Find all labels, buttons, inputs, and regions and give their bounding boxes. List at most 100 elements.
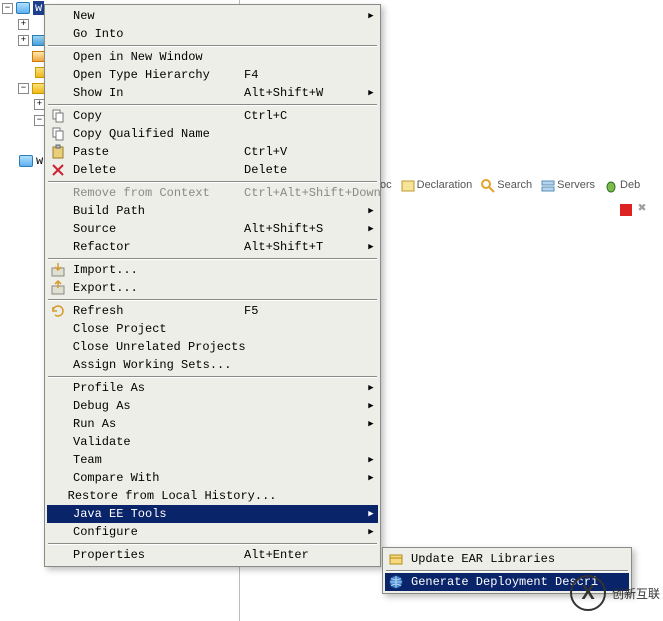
menu-item-import[interactable]: Import... [47, 261, 378, 279]
menu-item-close-project[interactable]: Close Project [47, 320, 378, 338]
menu-item-refresh[interactable]: Refresh F5 [47, 302, 378, 320]
export-icon [47, 280, 69, 296]
tab-javadoc[interactable]: oc [380, 178, 392, 192]
menu-item-restore-history[interactable]: Restore from Local History... [47, 487, 378, 505]
project-icon [15, 0, 31, 16]
menu-label: Delete [69, 163, 244, 177]
menu-accel: Ctrl+V [244, 145, 364, 159]
terminate-icon[interactable] [620, 204, 632, 216]
menu-label: Java EE Tools [69, 507, 244, 521]
menu-item-go-into[interactable]: Go Into [47, 25, 378, 43]
refresh-icon [47, 303, 69, 319]
menu-item-debug-as[interactable]: Debug As ▶ [47, 397, 378, 415]
bug-icon [603, 178, 617, 192]
tab-label: Servers [557, 179, 595, 191]
menu-separator [48, 258, 377, 259]
menu-item-refactor[interactable]: Refactor Alt+Shift+T ▶ [47, 238, 378, 256]
collapse-icon[interactable]: − [18, 83, 29, 94]
menu-item-source[interactable]: Source Alt+Shift+S ▶ [47, 220, 378, 238]
menu-label: Copy [69, 109, 244, 123]
watermark-logo-icon: X [570, 575, 606, 611]
expand-icon[interactable]: + [18, 35, 29, 46]
menu-accel: Delete [244, 163, 364, 177]
submenu-arrow-icon: ▶ [364, 527, 378, 537]
paste-icon [47, 144, 69, 160]
menu-accel: Alt+Shift+W [244, 86, 364, 100]
view-tabs: oc Declaration Search Servers Deb [380, 178, 640, 192]
menu-item-copy-qualified-name[interactable]: Copy Qualified Name [47, 125, 378, 143]
tab-label: oc [380, 179, 392, 191]
submenu-arrow-icon: ▶ [364, 455, 378, 465]
menu-label: Export... [69, 281, 244, 295]
watermark: X 创新互联 [570, 575, 660, 611]
tab-servers[interactable]: Servers [540, 178, 595, 192]
menu-label: Validate [69, 435, 244, 449]
menu-item-build-path[interactable]: Build Path ▶ [47, 202, 378, 220]
menu-item-close-unrelated[interactable]: Close Unrelated Projects [47, 338, 378, 356]
menu-label: Import... [69, 263, 244, 277]
submenu-arrow-icon: ▶ [364, 11, 378, 21]
remove-icon[interactable]: ✖ [638, 204, 650, 216]
menu-accel: Alt+Enter [244, 548, 364, 562]
menu-item-assign-working-sets[interactable]: Assign Working Sets... [47, 356, 378, 374]
watermark-text: 创新互联 [612, 585, 660, 602]
menu-item-properties[interactable]: Properties Alt+Enter [47, 546, 378, 564]
copy-icon [47, 108, 69, 124]
tab-label: Deb [620, 179, 640, 191]
menu-label: Open in New Window [69, 50, 244, 64]
import-icon [47, 262, 69, 278]
menu-label: Go Into [69, 27, 244, 41]
menu-label: Compare With [69, 471, 244, 485]
menu-separator [48, 376, 377, 377]
menu-item-validate[interactable]: Validate [47, 433, 378, 451]
menu-accel: F5 [244, 304, 364, 318]
menu-item-export[interactable]: Export... [47, 279, 378, 297]
tab-declaration[interactable]: Declaration [400, 178, 473, 192]
copy-icon [47, 126, 69, 142]
menu-item-run-as[interactable]: Run As ▶ [47, 415, 378, 433]
search-icon [480, 178, 494, 192]
submenu-arrow-icon: ▶ [364, 242, 378, 252]
library-icon [385, 551, 407, 567]
menu-item-open-new-window[interactable]: Open in New Window [47, 48, 378, 66]
menu-item-team[interactable]: Team ▶ [47, 451, 378, 469]
servers-icon [540, 178, 554, 192]
tab-debug[interactable]: Deb [603, 178, 640, 192]
tree-node-label: w [36, 154, 43, 168]
menu-item-compare-with[interactable]: Compare With ▶ [47, 469, 378, 487]
menu-label: Build Path [69, 204, 244, 218]
submenu-arrow-icon: ▶ [364, 509, 378, 519]
menu-item-configure[interactable]: Configure ▶ [47, 523, 378, 541]
menu-accel: Alt+Shift+S [244, 222, 364, 236]
menu-label: Team [69, 453, 244, 467]
submenu-arrow-icon: ▶ [364, 419, 378, 429]
menu-item-paste[interactable]: Paste Ctrl+V [47, 143, 378, 161]
delete-icon [47, 162, 69, 178]
menu-item-open-type-hierarchy[interactable]: Open Type Hierarchy F4 [47, 66, 378, 84]
context-menu: New ▶ Go Into Open in New Window Open Ty… [44, 4, 381, 567]
menu-item-delete[interactable]: Delete Delete [47, 161, 378, 179]
menu-label: Configure [69, 525, 244, 539]
tab-label: Declaration [417, 179, 473, 191]
menu-item-profile-as[interactable]: Profile As ▶ [47, 379, 378, 397]
globe-icon [385, 574, 407, 590]
menu-label: Show In [69, 86, 244, 100]
menu-label: Close Project [69, 322, 244, 336]
menu-item-java-ee-tools[interactable]: Java EE Tools ▶ [47, 505, 378, 523]
menu-separator [48, 181, 377, 182]
menu-label: Copy Qualified Name [69, 127, 244, 141]
submenu-arrow-icon: ▶ [364, 401, 378, 411]
menu-item-new[interactable]: New ▶ [47, 7, 378, 25]
submenu-item-update-ear[interactable]: Update EAR Libraries [385, 550, 629, 568]
menu-separator [386, 570, 628, 571]
menu-item-show-in[interactable]: Show In Alt+Shift+W ▶ [47, 84, 378, 102]
menu-label: Refresh [69, 304, 244, 318]
menu-accel: Alt+Shift+T [244, 240, 364, 254]
menu-item-copy[interactable]: Copy Ctrl+C [47, 107, 378, 125]
tab-search[interactable]: Search [480, 178, 532, 192]
collapse-icon[interactable]: − [2, 3, 13, 14]
menu-accel: F4 [244, 68, 364, 82]
submenu-arrow-icon: ▶ [364, 473, 378, 483]
menu-accel: Ctrl+C [244, 109, 364, 123]
expand-icon[interactable]: + [18, 19, 29, 30]
